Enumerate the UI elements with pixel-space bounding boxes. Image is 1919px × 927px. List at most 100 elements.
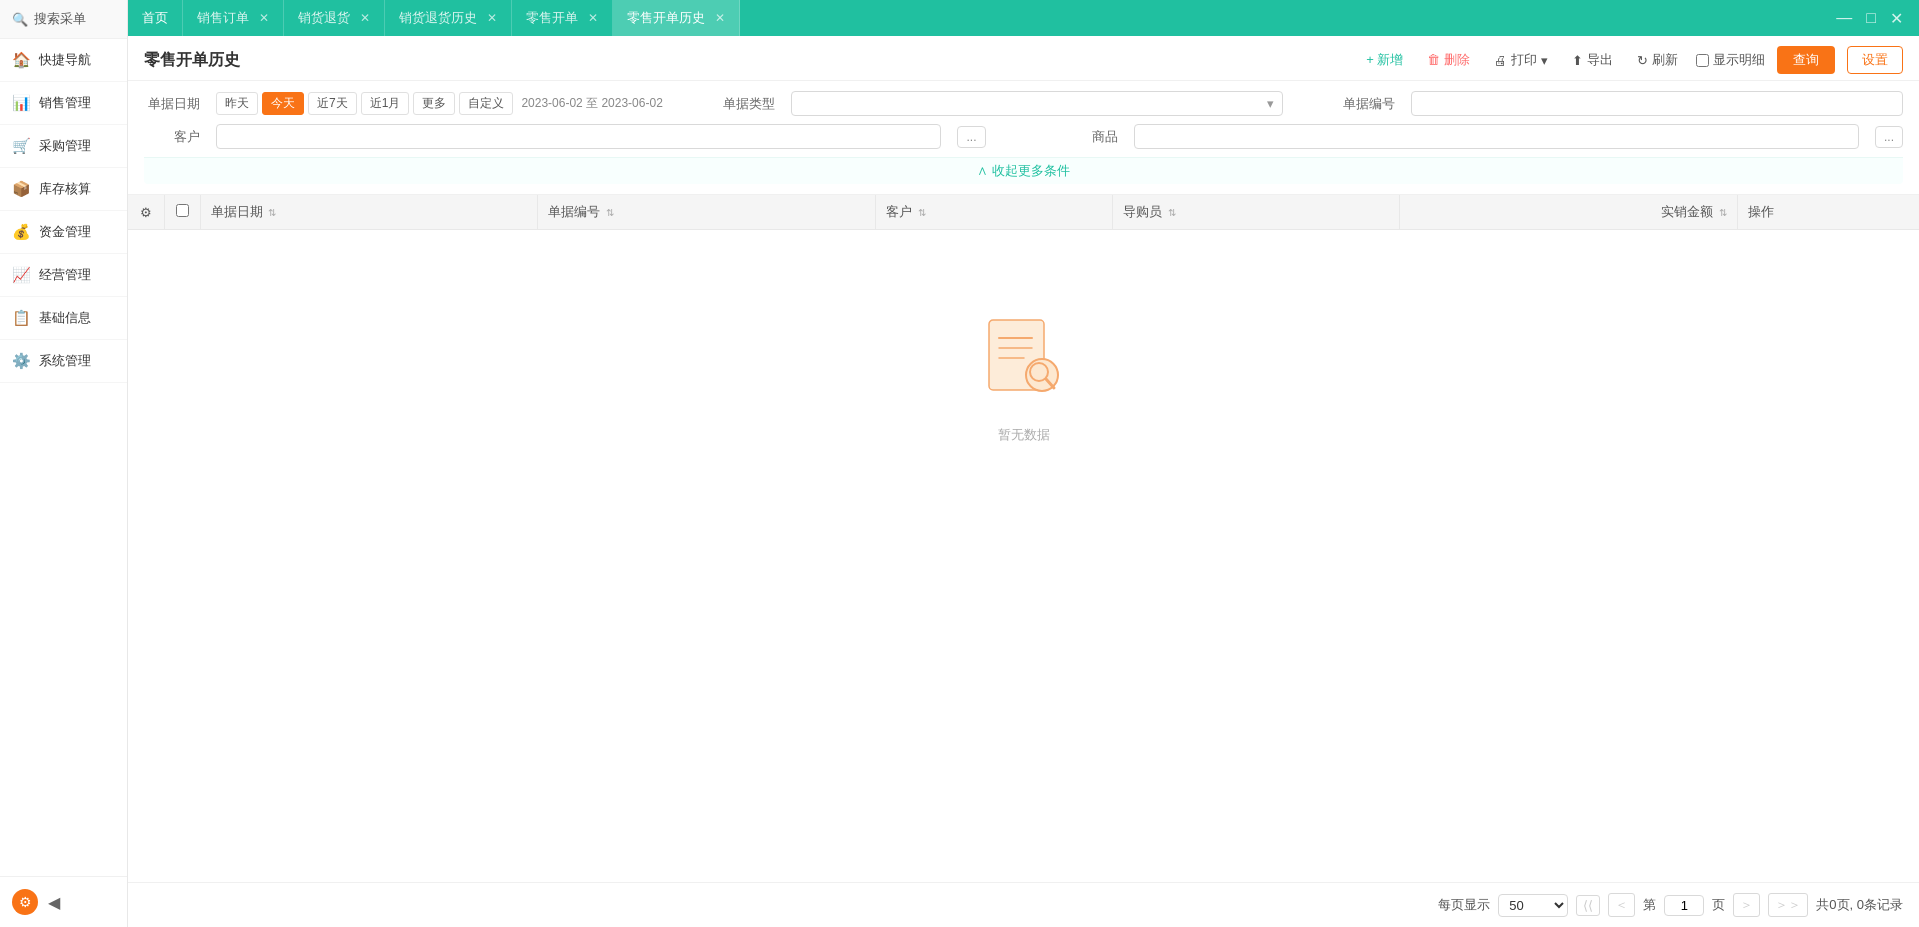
select-all-checkbox[interactable] — [176, 204, 189, 217]
goods-ellipsis-button[interactable]: ... — [1875, 126, 1903, 148]
tab-sales-return[interactable]: 销货退货 ✕ — [284, 0, 385, 36]
topbar: 首页 销售订单 ✕ 销货退货 ✕ 销货退货历史 ✕ 零售开单 ✕ 零售开单历史 … — [128, 0, 1919, 36]
customer-ellipsis-button[interactable]: ... — [957, 126, 985, 148]
date-opt-yesterday[interactable]: 昨天 — [216, 92, 258, 115]
collapse-conditions-label: ∧ 收起更多条件 — [977, 163, 1070, 178]
table-body: 暂无数据 — [128, 230, 1919, 525]
window-minimize-button[interactable]: — — [1832, 7, 1856, 29]
window-maximize-button[interactable]: □ — [1862, 7, 1880, 29]
sidebar-item-inventory[interactable]: 📦 库存核算 — [0, 168, 127, 211]
customer-input[interactable] — [216, 124, 941, 149]
tab-sales-order-close[interactable]: ✕ — [259, 11, 269, 25]
th-doc-no-label: 单据编号 — [548, 204, 600, 219]
date-opt-last7[interactable]: 近7天 — [308, 92, 357, 115]
filter-area: 单据日期 昨天 今天 近7天 近1月 更多 自定义 2023-06-02 至 2… — [128, 81, 1919, 195]
sort-doc-no-icon: ⇅ — [606, 207, 614, 218]
tab-sales-order[interactable]: 销售订单 ✕ — [183, 0, 284, 36]
settings-config-button[interactable]: 设置 — [1847, 46, 1903, 74]
date-opt-custom[interactable]: 自定义 — [459, 92, 513, 115]
tab-retail-history[interactable]: 零售开单历史 ✕ — [613, 0, 740, 36]
export-icon: ⬆ — [1572, 53, 1583, 68]
tab-home-label: 首页 — [142, 9, 168, 27]
export-label: 导出 — [1587, 51, 1613, 69]
add-button[interactable]: + 新增 — [1360, 48, 1409, 72]
action-bar: + 新增 🗑 删除 🖨 打印 ▾ ⬆ 导出 ↻ 刷新 显示明细 — [1360, 46, 1903, 74]
sidebar-item-finance[interactable]: 💰 资金管理 — [0, 211, 127, 254]
doc-type-filter-label: 单据类型 — [719, 95, 775, 113]
th-doc-no[interactable]: 单据编号 ⇅ — [538, 195, 876, 230]
cart-icon: 🛒 — [12, 137, 31, 155]
doc-type-select[interactable]: ▾ — [791, 91, 1283, 116]
last-page-button[interactable]: ＞＞ — [1768, 893, 1808, 917]
tab-sales-return-history-close[interactable]: ✕ — [487, 11, 497, 25]
th-settings[interactable]: ⚙ — [128, 195, 164, 230]
prev-page-button[interactable]: ＜ — [1608, 893, 1635, 917]
tab-retail-open[interactable]: 零售开单 ✕ — [512, 0, 613, 36]
date-opt-today[interactable]: 今天 — [262, 92, 304, 115]
sidebar-item-sys-mgmt[interactable]: ⚙️ 系统管理 — [0, 340, 127, 383]
date-opt-more[interactable]: 更多 — [413, 92, 455, 115]
th-checkbox — [164, 195, 200, 230]
data-table: ⚙ 单据日期 ⇅ 单据编号 ⇅ — [128, 195, 1919, 524]
th-date[interactable]: 单据日期 ⇅ — [200, 195, 538, 230]
empty-state-cell: 暂无数据 — [128, 230, 1919, 525]
goods-filter-label: 商品 — [1062, 128, 1118, 146]
th-customer-label: 客户 — [886, 204, 912, 219]
tab-retail-open-close[interactable]: ✕ — [588, 11, 598, 25]
sidebar-search[interactable]: 🔍 搜索采单 — [0, 0, 127, 39]
refresh-button[interactable]: ↻ 刷新 — [1631, 48, 1684, 72]
current-page-input[interactable] — [1664, 895, 1704, 916]
filter-row-2: 客户 ... 商品 ... — [144, 124, 1903, 149]
th-guide[interactable]: 导购员 ⇅ — [1112, 195, 1399, 230]
sidebar-item-basic-info[interactable]: 📋 基础信息 — [0, 297, 127, 340]
money-icon: 💰 — [12, 223, 31, 241]
sidebar-item-purchase-mgmt[interactable]: 🛒 采购管理 — [0, 125, 127, 168]
next-page-button[interactable]: ＞ — [1733, 893, 1760, 917]
tab-home[interactable]: 首页 — [128, 0, 183, 36]
pagination: 每页显示 10 20 50 100 ⟨⟨ ＜ 第 页 ＞ ＞＞ 共0页, 0条记… — [128, 882, 1919, 927]
query-button[interactable]: 查询 — [1777, 46, 1835, 74]
empty-state-icon — [974, 310, 1074, 410]
empty-state-row: 暂无数据 — [128, 230, 1919, 525]
sidebar-item-sales-mgmt[interactable]: 📊 销售管理 — [0, 82, 127, 125]
th-guide-label: 导购员 — [1123, 204, 1162, 219]
window-close-button[interactable]: ✕ — [1886, 7, 1907, 30]
th-customer[interactable]: 客户 ⇅ — [876, 195, 1113, 230]
sidebar-item-label: 采购管理 — [39, 137, 91, 155]
display-detail-checkbox[interactable] — [1696, 54, 1709, 67]
sidebar-item-operations[interactable]: 📈 经营管理 — [0, 254, 127, 297]
refresh-label: 刷新 — [1652, 51, 1678, 69]
per-page-select[interactable]: 10 20 50 100 — [1498, 894, 1568, 917]
table-settings-icon[interactable]: ⚙ — [140, 205, 152, 220]
goods-input[interactable] — [1134, 124, 1859, 149]
content-area: 零售开单历史 + 新增 🗑 删除 🖨 打印 ▾ ⬆ 导出 ↻ 刷新 — [128, 36, 1919, 927]
th-operation-label: 操作 — [1748, 204, 1774, 219]
tab-retail-history-close[interactable]: ✕ — [715, 11, 725, 25]
collapse-sidebar-button[interactable]: ◀ — [48, 893, 60, 912]
print-label: 打印 — [1511, 51, 1537, 69]
tab-sales-return-close[interactable]: ✕ — [360, 11, 370, 25]
collapse-conditions-button[interactable]: ∧ 收起更多条件 — [144, 157, 1903, 184]
date-options: 昨天 今天 近7天 近1月 更多 自定义 2023-06-02 至 2023-0… — [216, 92, 663, 115]
settings-button[interactable]: ⚙ — [12, 889, 38, 915]
sort-amount-icon: ⇅ — [1719, 207, 1727, 218]
sidebar-item-label: 库存核算 — [39, 180, 91, 198]
tab-sales-return-history[interactable]: 销货退货历史 ✕ — [385, 0, 512, 36]
table-header-row: ⚙ 单据日期 ⇅ 单据编号 ⇅ — [128, 195, 1919, 230]
first-page-button[interactable]: ⟨⟨ — [1576, 895, 1600, 916]
date-filter-label: 单据日期 — [144, 95, 200, 113]
tab-retail-history-label: 零售开单历史 — [627, 9, 705, 27]
delete-button[interactable]: 🗑 删除 — [1421, 48, 1476, 72]
box-icon: 📦 — [12, 180, 31, 198]
th-amount[interactable]: 实销金额 ⇅ — [1400, 195, 1738, 230]
date-opt-last-month[interactable]: 近1月 — [361, 92, 410, 115]
print-arrow-icon: ▾ — [1541, 53, 1548, 68]
page-label-after: 页 — [1712, 896, 1725, 914]
page-header: 零售开单历史 + 新增 🗑 删除 🖨 打印 ▾ ⬆ 导出 ↻ 刷新 — [128, 36, 1919, 81]
sidebar-item-quick-nav[interactable]: 🏠 快捷导航 — [0, 39, 127, 82]
th-operation: 操作 — [1738, 195, 1919, 230]
print-button[interactable]: 🖨 打印 ▾ — [1488, 48, 1554, 72]
operations-icon: 📈 — [12, 266, 31, 284]
export-button[interactable]: ⬆ 导出 — [1566, 48, 1619, 72]
doc-no-input[interactable] — [1411, 91, 1903, 116]
